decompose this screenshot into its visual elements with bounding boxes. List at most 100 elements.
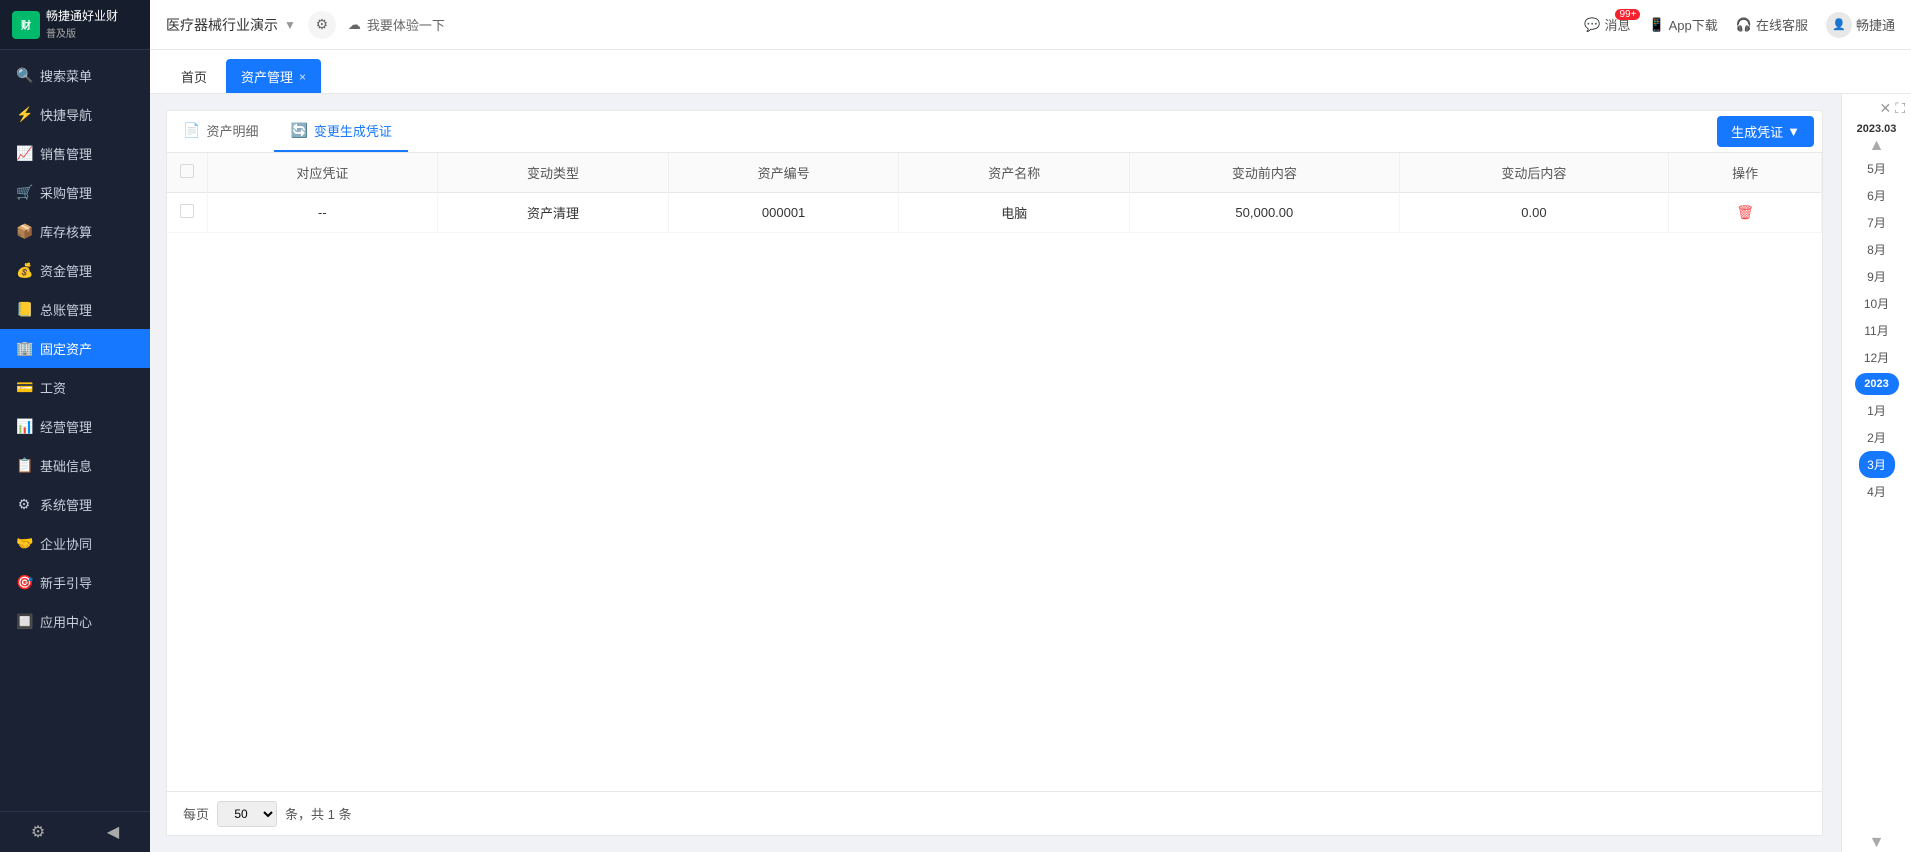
per-page-select[interactable]: 50 100 200 bbox=[217, 801, 277, 827]
month-item[interactable]: 9月 bbox=[1842, 263, 1911, 290]
funds-icon: 💰 bbox=[16, 262, 32, 279]
month-item[interactable]: 8月 bbox=[1842, 236, 1911, 263]
fixed-assets-icon: 🏢 bbox=[16, 340, 32, 357]
settings-button[interactable]: ⚙ bbox=[308, 11, 336, 39]
change-icon: 🔄 bbox=[290, 122, 307, 139]
sidebar-nav: 🔍搜索菜单 ⚡ 快捷导航 📈销售管理 🛒 采购管理 📦库存核算 💰 资金管理 📒总账管理 🏢 固定资产… bbox=[0, 50, 150, 811]
month-item[interactable]: 3月 bbox=[1859, 451, 1895, 478]
sidebar-bottom: ⚙ ◀ bbox=[0, 811, 150, 852]
avatar: 👤 bbox=[1826, 12, 1852, 38]
panel-year-label: 2023.03 bbox=[1857, 117, 1897, 137]
sidebar-logo: 财 畅捷通好业财 普及版 bbox=[0, 0, 150, 50]
sidebar-item-label: 基础信息 bbox=[40, 456, 92, 475]
sidebar-item-purchase[interactable]: 🛒 采购管理 bbox=[0, 173, 150, 212]
tab-asset-detail[interactable]: 📄 资产明细 bbox=[167, 111, 274, 152]
month-item[interactable]: 6月 bbox=[1842, 182, 1911, 209]
sidebar-item-sales[interactable]: 📈销售管理 bbox=[0, 134, 150, 173]
right-panel: ✕ ⛶ 2023.03 ▲ 5月6月7月8月9月10月11月12月20231月2… bbox=[1841, 94, 1911, 852]
headset-icon: 🎧 bbox=[1736, 17, 1752, 33]
pagination-bar: 每页 50 100 200 条，共 1 条 bbox=[166, 792, 1823, 836]
phone-icon: 📱 bbox=[1648, 17, 1664, 33]
generate-voucher-button[interactable]: 生成凭证 ▼ bbox=[1717, 116, 1814, 147]
user-name: 畅捷通 bbox=[1856, 15, 1895, 34]
sidebar-item-ledger[interactable]: 📒总账管理 bbox=[0, 290, 150, 329]
experience-button[interactable]: ☁ 我要体验一下 bbox=[348, 15, 445, 34]
tab-change-voucher-label: 变更生成凭证 bbox=[314, 121, 392, 140]
sidebar-item-label: 系统管理 bbox=[40, 495, 92, 514]
messages-button[interactable]: 💬 消息 99+ bbox=[1584, 15, 1630, 34]
month-item[interactable]: 11月 bbox=[1842, 317, 1911, 344]
sidebar-item-label: 资金管理 bbox=[40, 261, 92, 280]
panel-up-arrow[interactable]: ▲ bbox=[1869, 137, 1885, 155]
user-menu[interactable]: 👤 畅捷通 bbox=[1826, 12, 1895, 38]
right-panel-header: ✕ ⛶ bbox=[1842, 94, 1911, 117]
row-after-0: 0.00 bbox=[1399, 193, 1669, 233]
message-icon: 💬 bbox=[1584, 17, 1600, 33]
sidebar-item-label: 企业协同 bbox=[40, 534, 92, 553]
sidebar-item-label: 固定资产 bbox=[40, 339, 92, 358]
month-list: 5月6月7月8月9月10月11月12月20231月2月3月4月 bbox=[1842, 155, 1911, 834]
company-selector[interactable]: 医疗器械行业演示 ▼ bbox=[166, 15, 296, 35]
system-icon: ⚙ bbox=[16, 496, 32, 513]
sidebar-item-funds[interactable]: 💰 资金管理 bbox=[0, 251, 150, 290]
sidebar-item-label: 采购管理 bbox=[40, 183, 92, 202]
customer-service-button[interactable]: 🎧 在线客服 bbox=[1736, 15, 1808, 34]
generate-arrow-icon: ▼ bbox=[1787, 124, 1800, 139]
collapse-icon[interactable]: ◀ bbox=[107, 822, 119, 842]
cloud-icon: ☁ bbox=[348, 17, 361, 33]
month-item[interactable]: 1月 bbox=[1842, 397, 1911, 424]
sidebar-item-guide[interactable]: 🎯新手引导 bbox=[0, 563, 150, 602]
col-action-header: 操作 bbox=[1669, 153, 1822, 193]
sidebar-item-quick-nav[interactable]: ⚡ 快捷导航 bbox=[0, 95, 150, 134]
panel-expand-icon[interactable]: ⛶ bbox=[1895, 100, 1905, 117]
tab-asset-management[interactable]: 资产管理 × bbox=[226, 59, 321, 93]
panel-down-arrow[interactable]: ▼ bbox=[1869, 834, 1885, 852]
basic-info-icon: 📋 bbox=[16, 457, 32, 474]
sidebar-item-operations[interactable]: 📊经营管理 bbox=[0, 407, 150, 446]
month-item[interactable]: 12月 bbox=[1842, 344, 1911, 371]
sidebar-item-system[interactable]: ⚙ 系统管理 bbox=[0, 485, 150, 524]
document-icon: 📄 bbox=[183, 122, 200, 139]
sidebar-item-label: 快捷导航 bbox=[40, 105, 92, 124]
tab-change-voucher[interactable]: 🔄 变更生成凭证 bbox=[274, 111, 407, 152]
enterprise-icon: 🤝 bbox=[16, 535, 32, 552]
month-item[interactable]: 4月 bbox=[1842, 478, 1911, 505]
logo-icon: 财 bbox=[12, 11, 40, 39]
purchase-icon: 🛒 bbox=[16, 184, 32, 201]
settings-icon[interactable]: ⚙ bbox=[31, 822, 45, 842]
quick-nav-icon: ⚡ bbox=[16, 106, 32, 123]
panel-close-icon[interactable]: ✕ bbox=[1879, 100, 1891, 117]
customer-service-label: 在线客服 bbox=[1756, 15, 1808, 34]
select-all-checkbox[interactable] bbox=[180, 164, 194, 178]
tabbar: 首页 资产管理 × bbox=[150, 50, 1911, 94]
sidebar-item-label: 搜索菜单 bbox=[40, 66, 92, 85]
row-change-type-0: 资产清理 bbox=[438, 193, 669, 233]
sidebar-item-search[interactable]: 🔍搜索菜单 bbox=[0, 56, 150, 95]
sidebar-item-enterprise[interactable]: 🤝 企业协同 bbox=[0, 524, 150, 563]
delete-row-0-icon[interactable]: 🗑 bbox=[1736, 204, 1754, 220]
logo-text: 畅捷通好业财 bbox=[46, 9, 118, 25]
month-item[interactable]: 10月 bbox=[1842, 290, 1911, 317]
month-item[interactable]: 7月 bbox=[1842, 209, 1911, 236]
total-count: 条，共 1 条 bbox=[285, 804, 351, 823]
sidebar-item-fixed-assets[interactable]: 🏢 固定资产 bbox=[0, 329, 150, 368]
year-marker[interactable]: 2023 bbox=[1855, 373, 1899, 395]
tab-close-icon[interactable]: × bbox=[299, 70, 306, 84]
sidebar-item-payroll[interactable]: 💳工资 bbox=[0, 368, 150, 407]
sidebar-item-inventory[interactable]: 📦库存核算 bbox=[0, 212, 150, 251]
sidebar-item-basic-info[interactable]: 📋 基础信息 bbox=[0, 446, 150, 485]
avatar-icon: 👤 bbox=[1832, 18, 1846, 31]
month-item[interactable]: 5月 bbox=[1842, 155, 1911, 182]
sidebar-item-label: 经营管理 bbox=[40, 417, 92, 436]
app-download-button[interactable]: 📱 App下载 bbox=[1648, 15, 1717, 34]
col-no-header: 资产编号 bbox=[668, 153, 899, 193]
app-center-icon: 🔲 bbox=[16, 613, 32, 630]
tab-home[interactable]: 首页 bbox=[166, 59, 222, 93]
month-item[interactable]: 2月 bbox=[1842, 424, 1911, 451]
sidebar-item-app-center[interactable]: 🔲应用中心 bbox=[0, 602, 150, 641]
tab-active-label: 资产管理 bbox=[241, 67, 293, 86]
topbar-right: 💬 消息 99+ 📱 App下载 🎧 在线客服 👤 畅捷通 bbox=[1584, 12, 1895, 38]
experience-label: 我要体验一下 bbox=[367, 15, 445, 34]
col-name-header: 资产名称 bbox=[899, 153, 1130, 193]
row-select-checkbox-0[interactable] bbox=[180, 204, 194, 218]
